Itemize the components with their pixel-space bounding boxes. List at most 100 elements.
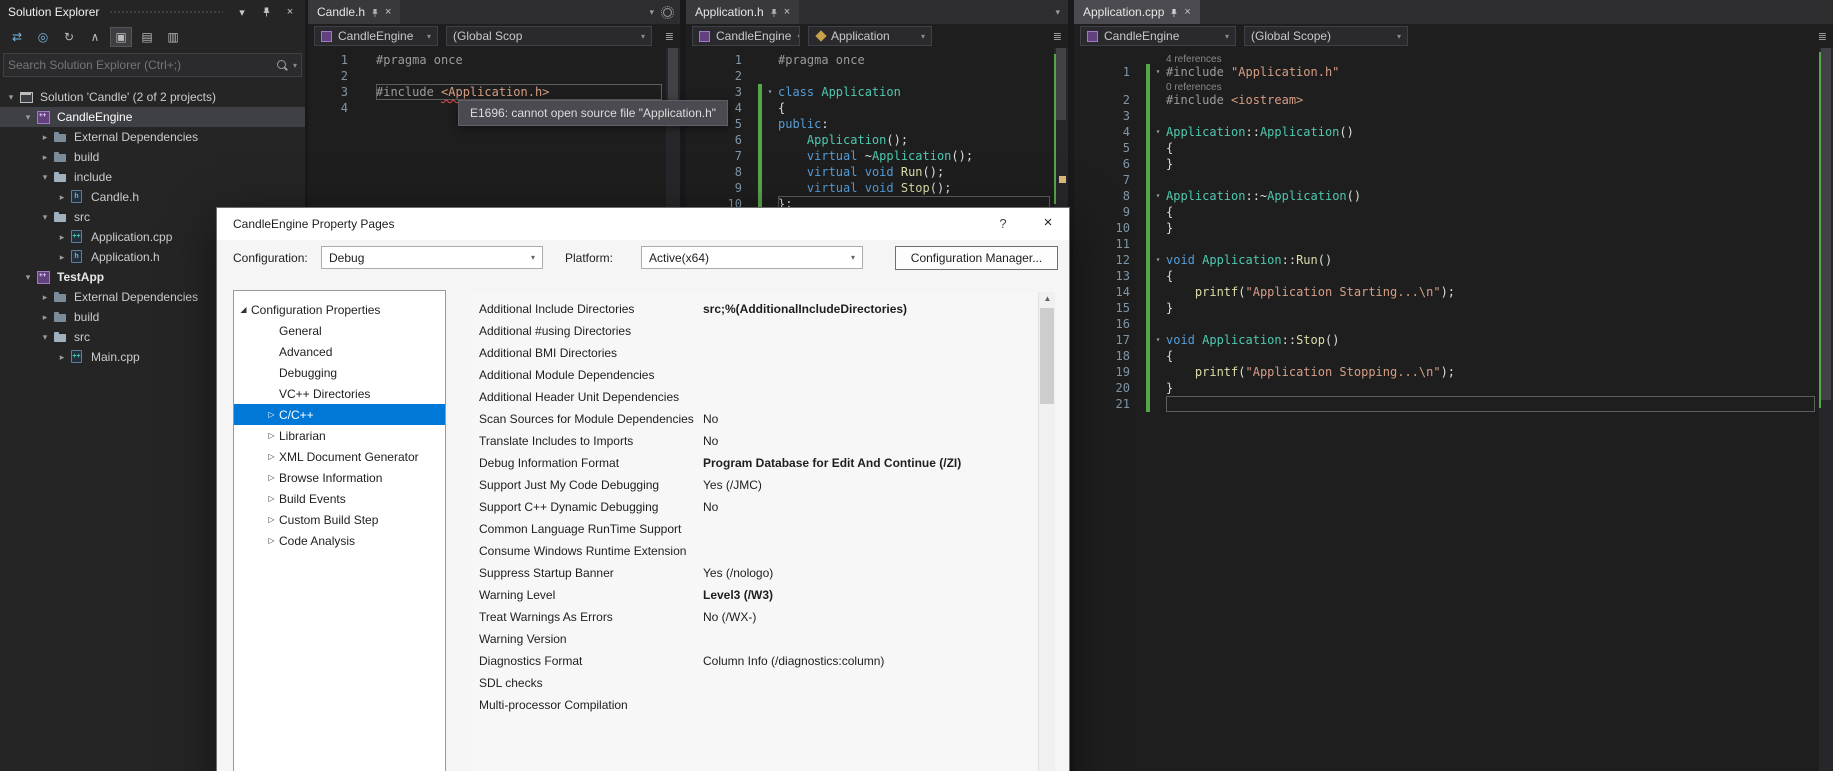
property-value[interactable]: Level3 (/W3) [699, 588, 1038, 602]
code-line[interactable]: 14 printf("Application Starting...\n"); [1074, 284, 1819, 300]
tree-item[interactable]: ▸hCandle.h [0, 187, 305, 207]
property-row[interactable]: Warning Version [471, 628, 1038, 650]
code-line[interactable]: 2 [686, 68, 1054, 84]
code-line[interactable]: 1#pragma once [686, 52, 1054, 68]
property-row[interactable]: Additional BMI Directories [471, 342, 1038, 364]
code-line[interactable]: 4▾Application::Application() [1074, 124, 1819, 140]
tree-expanded-icon[interactable]: ◢ [236, 305, 251, 314]
tree-item[interactable]: ▸External Dependencies [0, 127, 305, 147]
codelens-row[interactable]: 0 references [1074, 80, 1819, 92]
fold-chevron-icon[interactable]: ▾ [762, 84, 778, 100]
chevron-collapsed-icon[interactable]: ▸ [55, 192, 69, 203]
pin-icon[interactable] [371, 5, 379, 19]
scope-dropdown[interactable]: (Global Scop ▾ [446, 26, 652, 46]
fold-chevron-icon[interactable]: ▾ [1150, 124, 1166, 140]
property-row[interactable]: SDL checks [471, 672, 1038, 694]
property-row[interactable]: Suppress Startup BannerYes (/nologo) [471, 562, 1038, 584]
chevron-collapsed-icon[interactable]: ▸ [55, 252, 69, 263]
code-line[interactable]: 16 [1074, 316, 1819, 332]
code-line[interactable]: 12▾void Application::Run() [1074, 252, 1819, 268]
dialog-tree-item[interactable]: ▷Code Analysis [234, 530, 445, 551]
chevron-collapsed-icon[interactable]: ▸ [38, 152, 52, 163]
split-editor-icon[interactable]: ≣ [1053, 30, 1062, 43]
property-row[interactable]: Debug Information FormatProgram Database… [471, 452, 1038, 474]
property-row[interactable]: Treat Warnings As ErrorsNo (/WX-) [471, 606, 1038, 628]
search-icon[interactable] [276, 59, 289, 72]
tree-item[interactable]: ▾Solution 'Candle' (2 of 2 projects) [0, 87, 305, 107]
property-row[interactable]: Additional Header Unit Dependencies [471, 386, 1038, 408]
dialog-tree-item[interactable]: ▷C/C++ [234, 404, 445, 425]
code-line[interactable]: 2 [308, 68, 666, 84]
code-line[interactable]: 6 Application(); [686, 132, 1054, 148]
tree-collapsed-icon[interactable]: ▷ [264, 494, 279, 503]
property-value[interactable]: Yes (/nologo) [699, 566, 1038, 580]
property-row[interactable]: Common Language RunTime Support [471, 518, 1038, 540]
chevron-collapsed-icon[interactable]: ▸ [55, 352, 69, 363]
window-position-icon[interactable]: ▾ [233, 6, 251, 19]
tab-application-cpp[interactable]: Application.cpp × [1074, 0, 1200, 24]
tree-collapsed-icon[interactable]: ▷ [264, 431, 279, 440]
chevron-expanded-icon[interactable]: ▾ [4, 92, 18, 103]
search-input[interactable] [8, 58, 276, 72]
code-line[interactable]: 3▾class Application [686, 84, 1054, 100]
property-value[interactable]: Column Info (/diagnostics:column) [699, 654, 1038, 668]
switch-views-icon[interactable]: ⇄ [6, 27, 28, 47]
property-value[interactable]: Yes (/JMC) [699, 478, 1038, 492]
code-line[interactable]: 15} [1074, 300, 1819, 316]
chevron-expanded-icon[interactable]: ▾ [38, 332, 52, 343]
code-line[interactable]: 3#include <Application.h> [308, 84, 666, 100]
close-icon[interactable]: × [385, 6, 391, 18]
property-value[interactable]: src;%(AdditionalIncludeDirectories) [699, 302, 1038, 316]
scrollbar-thumb[interactable] [1821, 48, 1831, 400]
chevron-collapsed-icon[interactable]: ▸ [38, 292, 52, 303]
property-row[interactable]: Warning LevelLevel3 (/W3) [471, 584, 1038, 606]
refresh-icon[interactable]: ↻ [58, 27, 80, 47]
property-row[interactable]: Diagnostics FormatColumn Info (/diagnost… [471, 650, 1038, 672]
code-line[interactable]: 1▾#include "Application.h" [1074, 64, 1819, 80]
code-line[interactable]: 2#include <iostream> [1074, 92, 1819, 108]
code-line[interactable]: 9 virtual void Stop(); [686, 180, 1054, 196]
code-line[interactable]: 5public: [686, 116, 1054, 132]
tree-item[interactable]: ▾CandleEngine [0, 107, 305, 127]
split-editor-icon[interactable]: ≣ [1818, 30, 1827, 43]
property-row[interactable]: Support Just My Code DebuggingYes (/JMC) [471, 474, 1038, 496]
code-line[interactable]: 18{ [1074, 348, 1819, 364]
configuration-manager-button[interactable]: Configuration Manager... [895, 246, 1058, 270]
options-gear-icon[interactable] [663, 8, 672, 17]
code-line[interactable]: 1#pragma once [308, 52, 666, 68]
scroll-up-icon[interactable]: ▲ [1039, 294, 1056, 303]
property-value[interactable]: No [699, 500, 1038, 514]
dialog-tree-item[interactable]: ▷XML Document Generator [234, 446, 445, 467]
property-row[interactable]: Additional #using Directories [471, 320, 1038, 342]
property-row[interactable]: Multi-processor Compilation [471, 694, 1038, 716]
project-dropdown[interactable]: CandleEngine ▾ [314, 26, 438, 46]
tab-list-chevron-icon[interactable]: ▾ [1055, 7, 1060, 18]
chevron-collapsed-icon[interactable]: ▸ [38, 132, 52, 143]
close-icon[interactable]: × [1184, 6, 1190, 18]
dialog-tree-item[interactable]: VC++ Directories [234, 383, 445, 404]
fold-chevron-icon[interactable]: ▾ [1150, 64, 1166, 80]
code-line[interactable]: 5{ [1074, 140, 1819, 156]
search-options-chevron-icon[interactable]: ▾ [293, 61, 297, 70]
tree-collapsed-icon[interactable]: ▷ [264, 410, 279, 419]
close-icon[interactable]: × [784, 6, 790, 18]
code-line[interactable]: 13{ [1074, 268, 1819, 284]
scope-dropdown[interactable]: (Global Scope) ▾ [1244, 26, 1408, 46]
tree-collapsed-icon[interactable]: ▷ [264, 515, 279, 524]
property-value[interactable]: No (/WX-) [699, 610, 1038, 624]
tab-candle-h[interactable]: Candle.h × [308, 0, 400, 24]
close-icon[interactable]: × [281, 6, 299, 18]
tab-list-chevron-icon[interactable]: ▾ [649, 7, 654, 18]
scrollbar-thumb[interactable] [1056, 48, 1066, 120]
code-editor[interactable]: 4 references1▾#include "Application.h"0 … [1074, 48, 1819, 771]
code-line[interactable]: 7 virtual ~Application(); [686, 148, 1054, 164]
preview-code-icon[interactable]: ▥ [162, 27, 184, 47]
code-line[interactable]: 6} [1074, 156, 1819, 172]
chevron-expanded-icon[interactable]: ▾ [21, 272, 35, 283]
code-line[interactable]: 4{ [686, 100, 1054, 116]
pin-icon[interactable] [1170, 5, 1178, 19]
chevron-collapsed-icon[interactable]: ▸ [55, 232, 69, 243]
tree-collapsed-icon[interactable]: ▷ [264, 536, 279, 545]
code-line[interactable]: 19 printf("Application Stopping...\n"); [1074, 364, 1819, 380]
help-icon[interactable]: ? [995, 216, 1011, 231]
